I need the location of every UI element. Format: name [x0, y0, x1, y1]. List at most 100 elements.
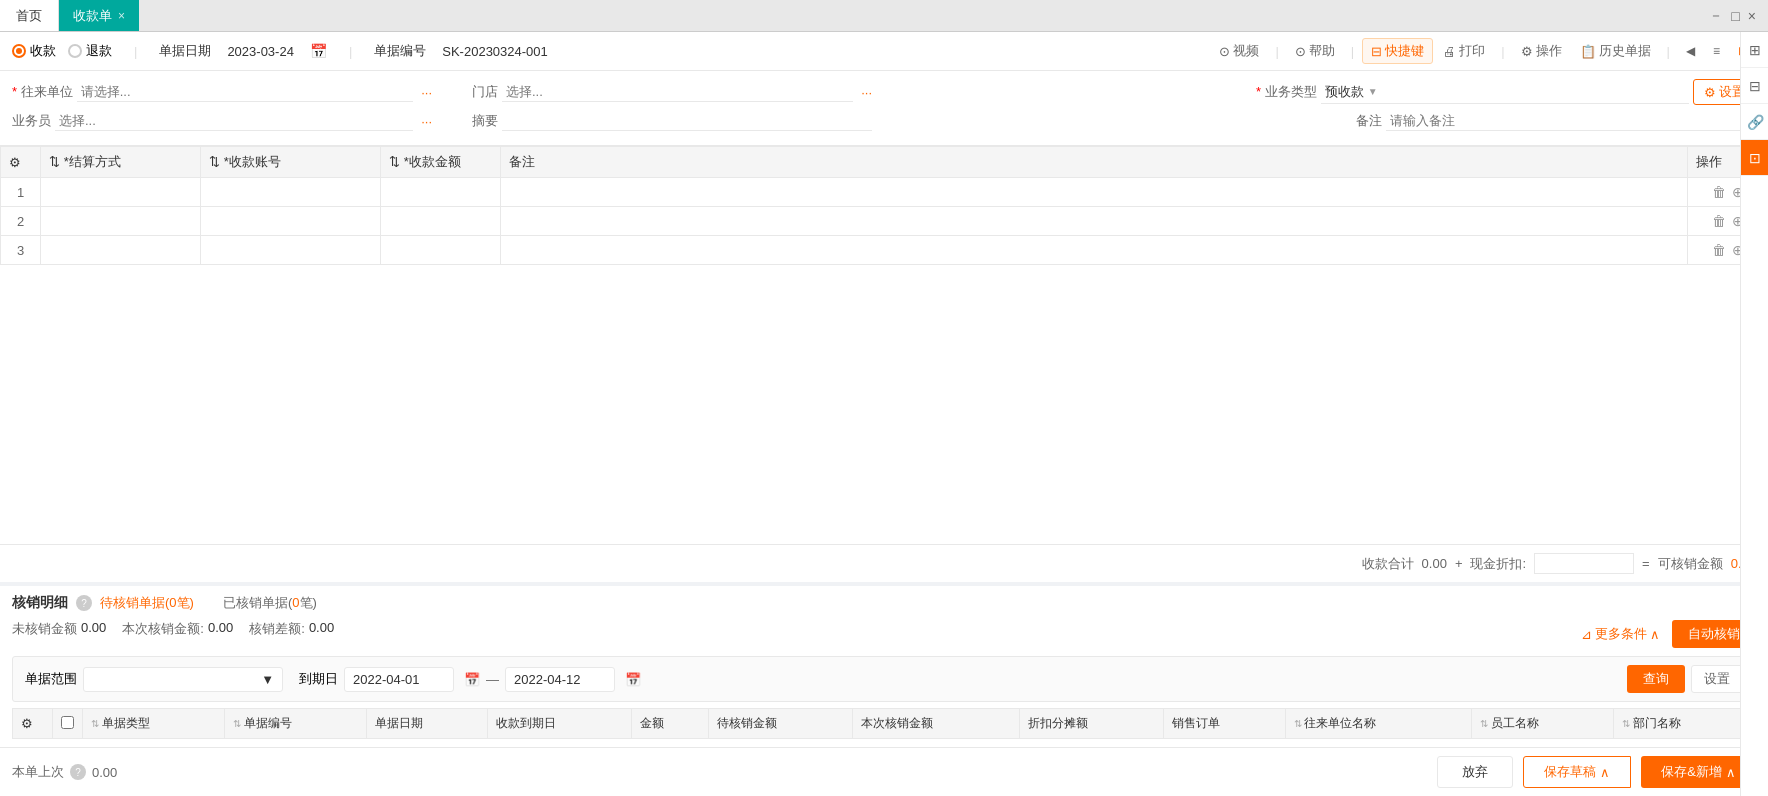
total-value: 0.00 [1422, 556, 1447, 571]
tab-active[interactable]: 收款单 × [59, 0, 139, 31]
tab-home[interactable]: 首页 [0, 0, 59, 31]
history-button[interactable]: 📋 历史单据 [1572, 39, 1659, 63]
draft-button[interactable]: 保存草稿 ∧ [1523, 756, 1631, 788]
print-icon: 🖨 [1443, 44, 1456, 59]
store-field: 门店 ··· [472, 82, 872, 102]
top-toolbar: 收款 退款 | 单据日期 2023-03-24 📅 | 单据编号 SK-2023… [0, 32, 1768, 71]
business-type-select[interactable]: 预收款 ▼ [1321, 81, 1689, 104]
writeoff-title-row: 核销明细 ? 待核销单据(0笔) 已核销单据(0笔) [12, 594, 1756, 612]
sort-icon: ⇅ [49, 154, 64, 169]
panel-btn-4[interactable]: ⊡ [1741, 140, 1768, 176]
cell-amount-2[interactable] [381, 207, 501, 236]
staff-more-icon[interactable]: ··· [421, 114, 432, 129]
cal-from-icon[interactable]: 📅 [464, 672, 480, 687]
writeoff-info-icon[interactable]: ? [76, 595, 92, 611]
pending-count: 0 [169, 595, 176, 610]
writeoff-settings-button[interactable]: 设置 [1691, 665, 1743, 693]
summary-input[interactable] [502, 111, 872, 131]
video-button[interactable]: ⊙ 视频 [1211, 39, 1267, 63]
layout-btn1[interactable]: ≡ [1705, 41, 1728, 61]
col-staff[interactable]: 员工名称 [1472, 709, 1614, 739]
footer-info-icon[interactable]: ? [70, 764, 86, 780]
history-icon: 📋 [1580, 44, 1596, 59]
cell-remark-1[interactable] [501, 178, 1688, 207]
cell-settlement-1[interactable] [41, 178, 201, 207]
done-tab-link[interactable]: 已核销单据(0笔) [223, 594, 317, 612]
prev-button[interactable]: ◀ [1678, 41, 1703, 61]
delete-icon-2[interactable]: 🗑 [1712, 213, 1726, 229]
counterpart-more-icon[interactable]: ··· [421, 85, 432, 100]
col-gear[interactable]: ⚙ [1, 147, 41, 178]
diff-label: 核销差额: [249, 620, 305, 648]
delete-icon-3[interactable]: 🗑 [1712, 242, 1726, 258]
discount-input[interactable] [1534, 553, 1634, 574]
row-num-2: 2 [1, 207, 41, 236]
select-all-checkbox[interactable] [61, 716, 74, 729]
summary-field: 摘要 [472, 111, 872, 131]
refund-radio[interactable]: 退款 [68, 42, 112, 60]
store-more-icon[interactable]: ··· [861, 85, 872, 100]
minimize-button[interactable]: － [1709, 7, 1723, 25]
current-label: 本次核销金额: [122, 620, 204, 648]
cell-account-1[interactable] [201, 178, 381, 207]
col-number[interactable]: 单据编号 [224, 709, 366, 739]
store-label: 门店 [472, 83, 498, 101]
tab-close-icon[interactable]: × [118, 9, 125, 23]
counterpart-input[interactable] [77, 82, 413, 102]
col-type[interactable]: 单据类型 [83, 709, 225, 739]
store-input[interactable] [502, 82, 853, 102]
operate-button[interactable]: ⚙ 操作 [1513, 39, 1570, 63]
remark-label: 备注 [1356, 112, 1382, 130]
col-checkbox[interactable] [53, 709, 83, 739]
form-row-2: 业务员 ··· 摘要 备注 [12, 111, 1756, 131]
range-select[interactable]: ▼ [83, 667, 283, 692]
main-table-section: ⚙ ⇅ *结算方式 ⇅ *收款账号 ⇅ *收款金额 备注 操作 1 [0, 146, 1768, 582]
business-type-label: 业务类型 [1256, 83, 1317, 101]
print-button[interactable]: 🖨 打印 [1435, 39, 1493, 63]
cell-amount-1[interactable] [381, 178, 501, 207]
col-discount: 折扣分摊额 [1019, 709, 1163, 739]
staff-input[interactable] [55, 111, 413, 131]
close-button[interactable]: × [1748, 8, 1756, 24]
cell-settlement-3[interactable] [41, 236, 201, 265]
remark-input[interactable] [1386, 111, 1756, 131]
cell-account-3[interactable] [201, 236, 381, 265]
col-counterpart[interactable]: 往来单位名称 [1285, 709, 1472, 739]
panel-btn-1[interactable]: ⊞ [1741, 32, 1768, 68]
pending-tab-link[interactable]: 待核销单据(0笔) [100, 594, 194, 612]
number-label: 单据编号 [374, 42, 426, 60]
panel-btn-3[interactable]: 🔗 [1741, 104, 1768, 140]
receipt-radio[interactable]: 收款 [12, 42, 56, 60]
unchecked-stat: 未核销金额 0.00 [12, 620, 106, 648]
receipt-refund-group: 收款 退款 [12, 42, 112, 60]
cell-remark-3[interactable] [501, 236, 1688, 265]
more-conditions-btn[interactable]: ⊿ 更多条件 ∧ [1581, 625, 1660, 643]
help-icon: ⊙ [1295, 44, 1306, 59]
date-to-input[interactable] [505, 667, 615, 692]
col-due: 收款到期日 [488, 709, 632, 739]
date-from-input[interactable] [344, 667, 454, 692]
gear-icon-bottom: ⚙ [21, 716, 33, 731]
cell-settlement-2[interactable] [41, 207, 201, 236]
panel-btn-2[interactable]: ⊟ [1741, 68, 1768, 104]
delete-icon-1[interactable]: 🗑 [1712, 184, 1726, 200]
abandon-button[interactable]: 放弃 [1437, 756, 1513, 788]
due-date-field: 到期日 📅 — 📅 [299, 667, 641, 692]
maximize-button[interactable]: □ [1731, 8, 1739, 24]
save-new-button[interactable]: 保存&新增 ∧ [1641, 756, 1756, 788]
col-dept[interactable]: 部门名称 [1614, 709, 1756, 739]
refund-label: 退款 [86, 42, 112, 60]
cell-remark-2[interactable] [501, 207, 1688, 236]
query-button[interactable]: 查询 [1627, 665, 1685, 693]
shortcut-button[interactable]: ⊟ 快捷键 [1362, 38, 1433, 64]
cell-account-2[interactable] [201, 207, 381, 236]
help-button[interactable]: ⊙ 帮助 [1287, 39, 1343, 63]
calendar-icon[interactable]: 📅 [310, 43, 327, 59]
current-total-label: 本单上次 [12, 763, 64, 781]
cell-amount-3[interactable] [381, 236, 501, 265]
footer-left: 本单上次 ? 0.00 [12, 763, 117, 781]
writeoff-title: 核销明细 [12, 594, 68, 612]
available-label: 可核销金额 [1658, 555, 1723, 573]
cal-to-icon[interactable]: 📅 [625, 672, 641, 687]
col-gear-bottom[interactable]: ⚙ [13, 709, 53, 739]
